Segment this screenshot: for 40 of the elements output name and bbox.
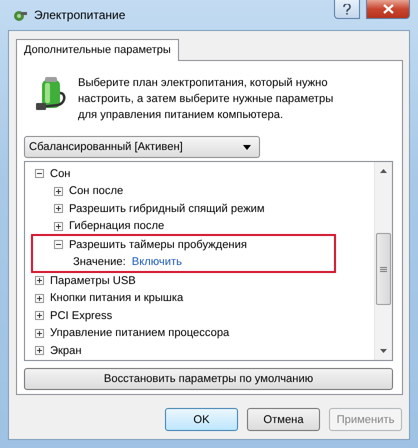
help-icon xyxy=(343,4,351,14)
tree-item[interactable]: Разрешить гибридный спящий режим xyxy=(69,202,265,215)
close-icon xyxy=(382,4,394,14)
expand-icon[interactable] xyxy=(35,346,44,356)
help-button[interactable] xyxy=(334,0,360,19)
collapse-icon[interactable] xyxy=(35,169,44,178)
tab[interactable]: Дополнительные параметры xyxy=(16,39,179,61)
expand-icon[interactable] xyxy=(35,294,44,303)
window-title: Электропитание xyxy=(34,8,126,22)
scroll-down-icon[interactable] xyxy=(380,349,387,353)
dialog-button[interactable]: Отмена xyxy=(247,408,320,431)
scroll-thumb[interactable] xyxy=(376,233,391,305)
expand-icon[interactable] xyxy=(54,186,63,196)
setting-value-link[interactable]: Включить xyxy=(132,256,182,268)
tree-item[interactable]: Кнопки питания и крышка xyxy=(50,292,184,304)
tree-item[interactable]: Сон после xyxy=(69,185,124,198)
expand-icon[interactable] xyxy=(35,311,44,320)
dropdown-arrow-icon xyxy=(243,144,251,150)
tree-item[interactable]: Параметры USB xyxy=(50,274,136,287)
expand-icon[interactable] xyxy=(54,204,63,214)
collapse-icon[interactable] xyxy=(54,240,63,250)
expand-icon[interactable] xyxy=(54,222,63,231)
scroll-up-icon[interactable] xyxy=(380,169,387,173)
grip-icon xyxy=(380,266,387,272)
dialog-button[interactable]: OK xyxy=(165,408,238,431)
close-button[interactable] xyxy=(366,0,410,19)
tree-item[interactable]: PCI Express xyxy=(50,310,112,322)
scrollbar[interactable] xyxy=(374,162,392,360)
plan-dropdown[interactable]: Сбалансированный [Активен] xyxy=(24,136,260,158)
expand-icon[interactable] xyxy=(35,276,44,286)
description-text: Выберите план электропитания, который нужно настроить, а затем выберите нужные параметры для управления питанием компьютера. xyxy=(78,76,334,123)
tree-item[interactable]: Сон xyxy=(50,168,70,180)
tree-item[interactable]: Управление питанием процессора xyxy=(50,327,230,340)
tree-item[interactable]: Гибернация после xyxy=(69,220,164,232)
battery-plug-icon xyxy=(34,75,68,111)
setting-label: Значение: xyxy=(73,256,126,268)
tree-item[interactable]: Разрешить таймеры пробуждения xyxy=(69,238,247,251)
tree-item[interactable]: Экран xyxy=(50,344,82,357)
restore-defaults-button[interactable]: Восстановить параметры по умолчанию xyxy=(24,368,393,390)
expand-icon[interactable] xyxy=(35,328,44,338)
